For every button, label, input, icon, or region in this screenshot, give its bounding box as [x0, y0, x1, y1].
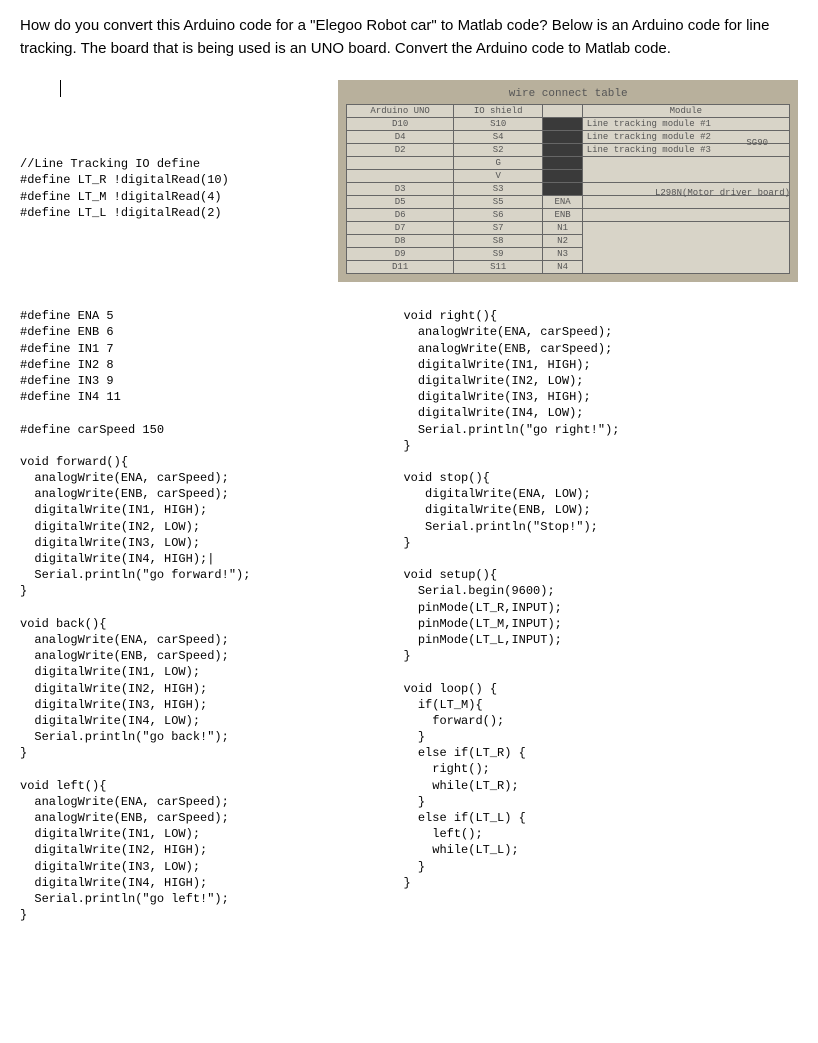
wire-table-title: wire connect table: [346, 88, 790, 100]
driver-board-label: L298N(Motor driver board): [655, 188, 790, 198]
table-row: D4S4Line tracking module #2: [347, 131, 790, 144]
wire-connect-table-image: wire connect table Arduino UNO IO shield…: [338, 80, 798, 282]
sg90-label: SG90: [746, 138, 768, 148]
question-text: How do you convert this Arduino code for…: [20, 15, 798, 60]
code-defines-lt: //Line Tracking IO define #define LT_R !…: [20, 140, 323, 237]
table-row: G: [347, 157, 790, 170]
table-row: D7S7N1: [347, 222, 790, 235]
table-row: D6S6ENB: [347, 209, 790, 222]
table-row: Arduino UNO IO shield Module: [347, 105, 790, 118]
text-cursor: [60, 80, 66, 97]
code-right-column: void right(){ analogWrite(ENA, carSpeed)…: [403, 292, 798, 907]
table-row: D10S10Line tracking module #1: [347, 118, 790, 131]
code-left-column: #define ENA 5 #define ENB 6 #define IN1 …: [20, 292, 393, 940]
table-row: D2S2Line tracking module #3: [347, 144, 790, 157]
